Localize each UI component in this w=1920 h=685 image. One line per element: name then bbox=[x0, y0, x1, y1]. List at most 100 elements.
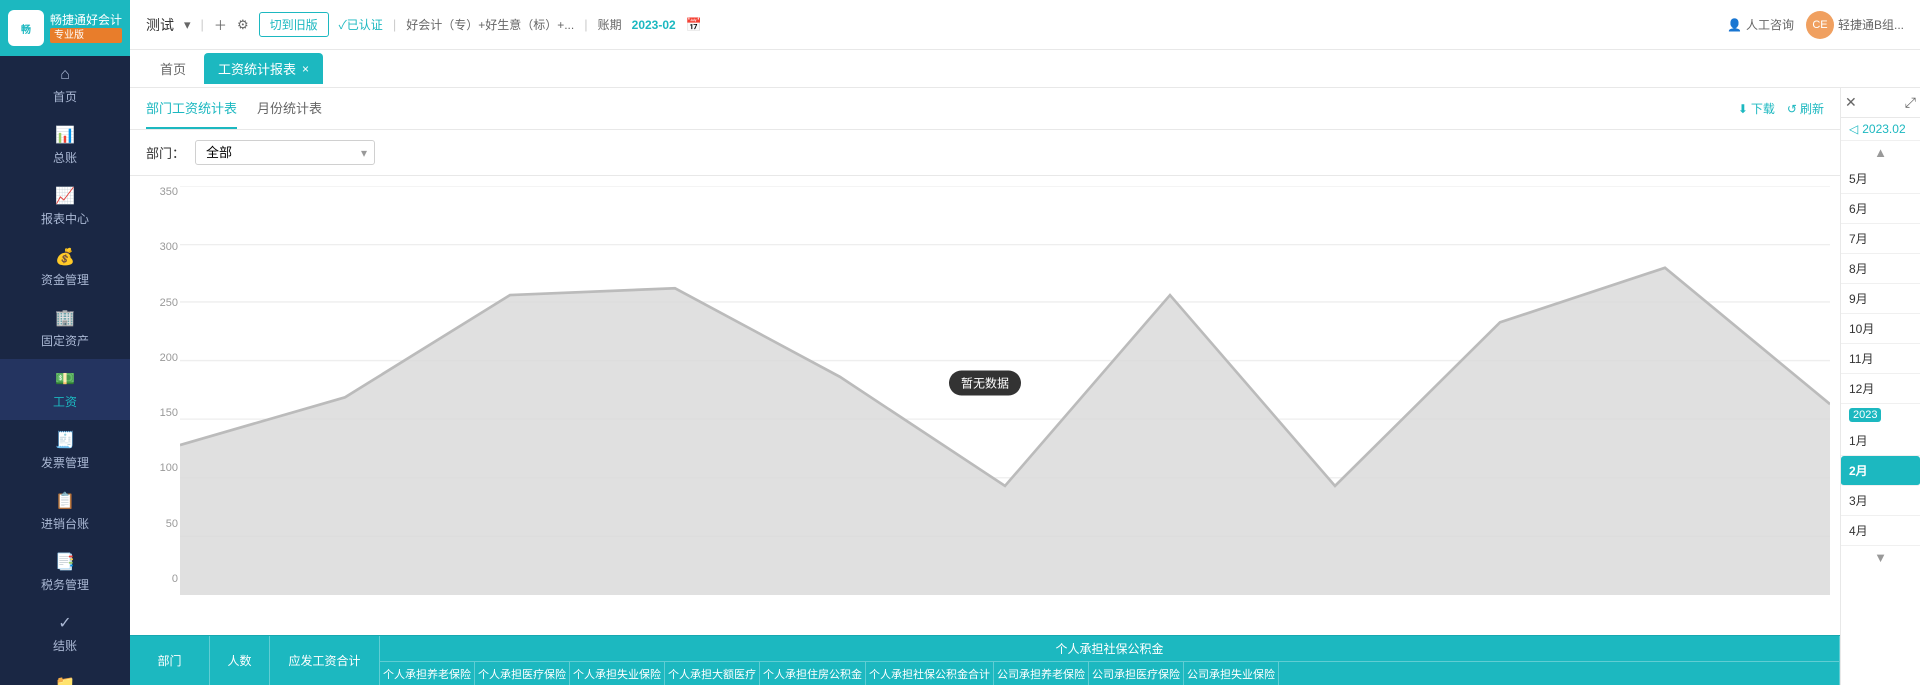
side-panel-close-icon[interactable]: ✕ bbox=[1845, 94, 1857, 111]
calendar-icon[interactable]: 📅 bbox=[686, 17, 702, 33]
col-housing-fund: 个人承担住房公积金 bbox=[760, 662, 866, 685]
download-icon: ⬇ bbox=[1738, 102, 1748, 116]
sub-tab-actions: ⬇ 下载 ↺ 刷新 bbox=[1738, 100, 1824, 117]
side-panel-expand-icon[interactable]: ⤢ bbox=[1905, 94, 1916, 111]
switch-old-btn[interactable]: 切到旧版 bbox=[259, 12, 329, 37]
sidebar-item-reports[interactable]: 📈 报表中心 bbox=[0, 176, 130, 237]
sidebar-item-archive[interactable]: 📁归档管理 bbox=[0, 664, 130, 685]
filter-bar: 部门： 全部 财务部 技术部 销售部 bbox=[130, 130, 1840, 176]
sub-tab-monthly[interactable]: 月份统计表 bbox=[257, 88, 322, 129]
sidebar-item-checkout[interactable]: ✓ 结账 bbox=[0, 603, 130, 664]
col-total-salary: 应发工资合计 bbox=[270, 636, 380, 685]
avatar: CE bbox=[1806, 11, 1834, 39]
refresh-btn[interactable]: ↺ 刷新 bbox=[1787, 100, 1824, 117]
sidebar-nav: ⌂首页📊总账📈报表中心💰资金管理🏢固定资产💵工资🧾发票管理📋进销台账📑税务管理✓… bbox=[0, 56, 130, 685]
group-cols: 个人承担养老保险 个人承担医疗保险 个人承担失业保险 个人承担大额医疗 个人承担 bbox=[380, 662, 1839, 685]
sidebar-item-trade[interactable]: 📋进销台账 bbox=[0, 481, 130, 542]
period-value: 2023-02 bbox=[632, 18, 676, 32]
year-nav-down[interactable]: ▼ bbox=[1841, 546, 1920, 569]
topbar-dropdown[interactable]: ▾ bbox=[184, 17, 191, 33]
sidebar-label-salary: 工资 bbox=[53, 393, 77, 410]
col-group-personal: 个人承担社保公积金 个人承担养老保险 个人承担医疗保险 个人承担失业保险 个人承… bbox=[380, 636, 1840, 685]
logo-text: 畅捷通好会计 专业版 bbox=[50, 13, 122, 44]
content-area: 部门工资统计表 月份统计表 ⬇ 下载 ↺ 刷新 部门： bbox=[130, 88, 1920, 685]
sidebar-label-assets: 固定资产 bbox=[41, 332, 89, 349]
month-jul[interactable]: 7月 bbox=[1841, 224, 1920, 254]
month-oct[interactable]: 10月 bbox=[1841, 314, 1920, 344]
y-label-50: 50 bbox=[140, 518, 178, 530]
sidebar-label-home: 首页 bbox=[53, 88, 77, 105]
department-select[interactable]: 全部 财务部 技术部 销售部 bbox=[195, 140, 375, 165]
side-panel-header: ✕ ⤢ bbox=[1841, 88, 1920, 118]
tab-salary-report[interactable]: 工资统计报表 × bbox=[204, 53, 323, 84]
month-dec[interactable]: 12月 bbox=[1841, 374, 1920, 404]
filter-label: 部门： bbox=[146, 143, 185, 162]
sidebar-label-tax: 税务管理 bbox=[41, 576, 89, 593]
sidebar-label-invoice: 发票管理 bbox=[41, 454, 89, 471]
sidebar-item-assets[interactable]: 🏢固定资产 bbox=[0, 298, 130, 359]
sidebar-label-funds: 资金管理 bbox=[41, 271, 89, 288]
table-footer: 部门 人数 应发工资合计 个人承担社保公积金 个人承担养老保险 个人承担医疗 bbox=[130, 635, 1840, 685]
y-label-350: 350 bbox=[140, 186, 178, 198]
col-social-total: 个人承担社保公积金合计 bbox=[866, 662, 994, 685]
content-main: 部门工资统计表 月份统计表 ⬇ 下载 ↺ 刷新 部门： bbox=[130, 88, 1840, 685]
trade-icon: 📋 bbox=[55, 491, 75, 511]
invoice-icon: 🧾 bbox=[55, 430, 75, 450]
user-info[interactable]: CE 轻捷通B组... bbox=[1806, 11, 1904, 39]
main-content: 测试 ▾ | ＋ ⚙ 切到旧版 ✓已认证 | 好会计（专）+好生意（标）+...… bbox=[130, 0, 1920, 685]
salary-icon: 💵 bbox=[55, 369, 75, 389]
side-panel: ✕ ⤢ ◁ 2023.02 ▲ 5月 6月 7月 8月 9月 10月 11月 1… bbox=[1840, 88, 1920, 685]
sidebar-label-ledger: 总账 bbox=[53, 149, 77, 166]
chart-area: 0 50 100 150 200 250 300 350 bbox=[130, 176, 1840, 635]
sidebar-label-checkout: 结账 bbox=[53, 637, 77, 654]
y-label-200: 200 bbox=[140, 352, 178, 364]
app-logo: 畅 畅捷通好会计 专业版 bbox=[0, 0, 130, 56]
topbar: 测试 ▾ | ＋ ⚙ 切到旧版 ✓已认证 | 好会计（专）+好生意（标）+...… bbox=[130, 0, 1920, 50]
plan-badge: 好会计（专）+好生意（标）+... bbox=[406, 16, 574, 33]
month-mar[interactable]: 3月 bbox=[1841, 486, 1920, 516]
sub-tab-department[interactable]: 部门工资统计表 bbox=[146, 88, 237, 129]
col-dept: 部门 bbox=[130, 636, 210, 685]
period-label: 账期 bbox=[598, 16, 622, 33]
month-may[interactable]: 5月 bbox=[1841, 164, 1920, 194]
sidebar-item-invoice[interactable]: 🧾 发票管理 bbox=[0, 420, 130, 481]
month-feb-active[interactable]: 2月 bbox=[1841, 456, 1920, 486]
sidebar-item-funds[interactable]: 💰资金管理 bbox=[0, 237, 130, 298]
reports-icon: 📈 bbox=[55, 186, 75, 206]
download-btn[interactable]: ⬇ 下载 bbox=[1738, 100, 1775, 117]
y-label-150: 150 bbox=[140, 407, 178, 419]
month-sep[interactable]: 9月 bbox=[1841, 284, 1920, 314]
month-aug[interactable]: 8月 bbox=[1841, 254, 1920, 284]
year-nav-up[interactable]: ▲ bbox=[1841, 141, 1920, 164]
month-jun[interactable]: 6月 bbox=[1841, 194, 1920, 224]
month-jan[interactable]: 1月 bbox=[1841, 426, 1920, 456]
col-company-medical: 公司承担医疗保险 bbox=[1089, 662, 1184, 685]
add-button[interactable]: ＋ bbox=[214, 15, 227, 34]
side-panel-year-label: ◁ 2023.02 bbox=[1841, 118, 1920, 141]
col-medical: 个人承担医疗保险 bbox=[475, 662, 570, 685]
col-company-unemployment: 公司承担失业保险 bbox=[1184, 662, 1279, 685]
refresh-icon: ↺ bbox=[1787, 102, 1797, 116]
tab-close-icon[interactable]: × bbox=[302, 62, 309, 76]
month-apr[interactable]: 4月 bbox=[1841, 516, 1920, 546]
sidebar-item-ledger[interactable]: 📊总账 bbox=[0, 115, 130, 176]
checkout-icon: ✓ bbox=[58, 613, 71, 633]
year-2023-item[interactable]: 2023 bbox=[1841, 404, 1920, 426]
sidebar-item-salary[interactable]: 💵 工资 bbox=[0, 359, 130, 420]
topbar-right: 👤 人工咨询 CE 轻捷通B组... bbox=[1727, 11, 1904, 39]
y-label-100: 100 bbox=[140, 462, 178, 474]
settings-icon[interactable]: ⚙ bbox=[237, 17, 249, 33]
chart-svg bbox=[180, 186, 1830, 595]
sidebar-item-tax[interactable]: 📑税务管理 bbox=[0, 542, 130, 603]
sidebar: 畅 畅捷通好会计 专业版 ⌂首页📊总账 📈 报表中心 💰资金管理🏢固定资产 💵 工资 🧾 发票… bbox=[0, 0, 130, 685]
topbar-title: 测试 bbox=[146, 15, 174, 35]
group-personal-label: 个人承担社保公积金 bbox=[380, 636, 1839, 662]
department-select-wrapper[interactable]: 全部 财务部 技术部 销售部 bbox=[195, 140, 375, 165]
y-label-300: 300 bbox=[140, 241, 178, 253]
sidebar-label-reports: 报表中心 bbox=[41, 210, 89, 227]
sidebar-item-home[interactable]: ⌂首页 bbox=[0, 56, 130, 115]
col-company-pension: 公司承担养老保险 bbox=[994, 662, 1089, 685]
service-btn[interactable]: 👤 人工咨询 bbox=[1727, 16, 1794, 33]
tab-home[interactable]: 首页 bbox=[146, 53, 200, 84]
month-nov[interactable]: 11月 bbox=[1841, 344, 1920, 374]
